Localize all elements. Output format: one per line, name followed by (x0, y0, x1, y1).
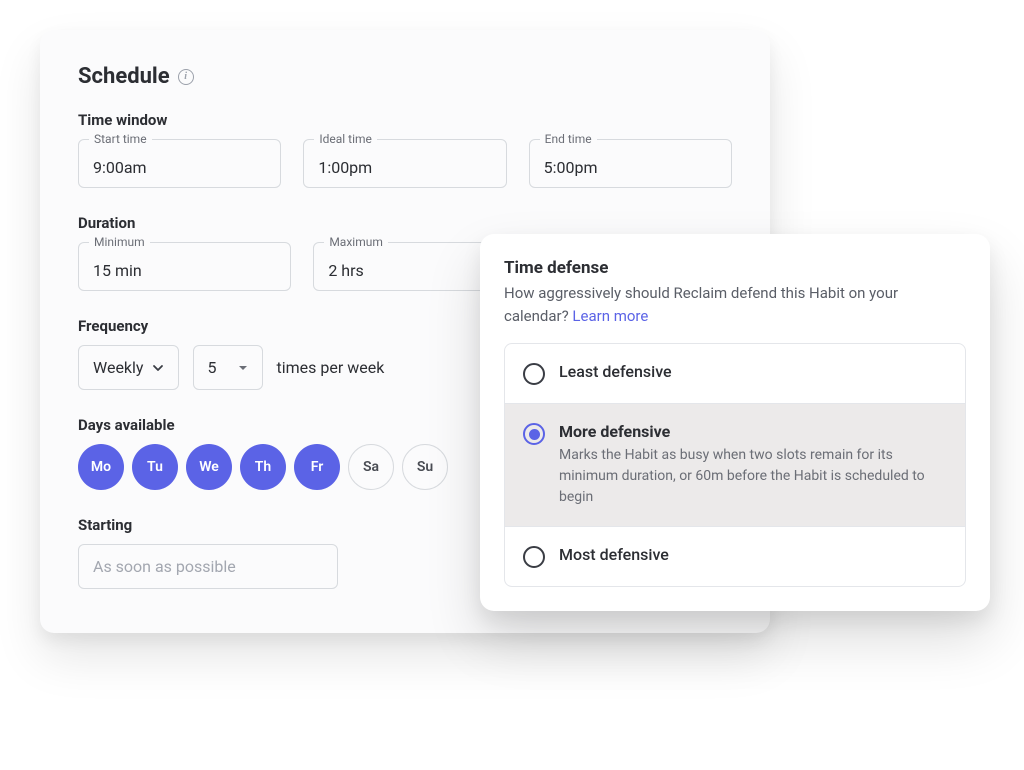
time-window-label: Time window (78, 111, 732, 129)
day-toggle-tu[interactable]: Tu (132, 444, 178, 490)
radio-icon (523, 546, 545, 568)
option-most-defensive[interactable]: Most defensive (505, 527, 965, 586)
day-toggle-we[interactable]: We (186, 444, 232, 490)
frequency-period-select[interactable]: Weekly (78, 345, 179, 390)
duration-label: Duration (78, 214, 732, 232)
start-time-legend: Start time (89, 132, 152, 146)
time-defense-desc-text: How aggressively should Reclaim defend t… (504, 284, 898, 325)
day-toggle-sa[interactable]: Sa (348, 444, 394, 490)
frequency-suffix: times per week (277, 358, 385, 377)
ideal-time-legend: Ideal time (314, 132, 377, 146)
schedule-title: Schedule i (78, 64, 732, 89)
time-window-section: Time window Start time 9:00am Ideal time… (78, 111, 732, 188)
duration-min-value: 15 min (93, 261, 276, 280)
radio-icon (523, 363, 545, 385)
duration-max-legend: Maximum (324, 235, 388, 249)
time-defense-popover: Time defense How aggressively should Rec… (480, 234, 990, 611)
option-least-defensive[interactable]: Least defensive (505, 344, 965, 404)
end-time-value: 5:00pm (544, 158, 717, 177)
ideal-time-value: 1:00pm (318, 158, 491, 177)
day-toggle-su[interactable]: Su (402, 444, 448, 490)
starting-input[interactable]: As soon as possible (78, 544, 338, 589)
option-title: Least defensive (559, 362, 947, 381)
duration-min-legend: Minimum (89, 235, 150, 249)
day-toggle-mo[interactable]: Mo (78, 444, 124, 490)
radio-icon (523, 423, 545, 445)
end-time-input[interactable]: End time 5:00pm (529, 139, 732, 188)
start-time-input[interactable]: Start time 9:00am (78, 139, 281, 188)
option-sub: Marks the Habit as busy when two slots r… (559, 445, 947, 508)
chevron-down-icon (152, 362, 164, 374)
time-defense-description: How aggressively should Reclaim defend t… (504, 282, 966, 327)
day-toggle-th[interactable]: Th (240, 444, 286, 490)
option-title: More defensive (559, 422, 947, 441)
caret-down-icon (238, 363, 248, 373)
end-time-legend: End time (540, 132, 597, 146)
schedule-title-text: Schedule (78, 64, 170, 89)
start-time-value: 9:00am (93, 158, 266, 177)
ideal-time-input[interactable]: Ideal time 1:00pm (303, 139, 506, 188)
starting-placeholder: As soon as possible (93, 557, 236, 576)
frequency-period-value: Weekly (93, 358, 144, 377)
frequency-count-select[interactable]: 5 (193, 345, 263, 390)
option-title: Most defensive (559, 545, 947, 564)
info-icon[interactable]: i (178, 69, 194, 85)
time-defense-title: Time defense (504, 258, 966, 278)
learn-more-link[interactable]: Learn more (572, 307, 648, 325)
duration-min-input[interactable]: Minimum 15 min (78, 242, 291, 291)
frequency-count-value: 5 (208, 358, 217, 377)
time-defense-options: Least defensive More defensive Marks the… (504, 343, 966, 587)
day-toggle-fr[interactable]: Fr (294, 444, 340, 490)
option-more-defensive[interactable]: More defensive Marks the Habit as busy w… (505, 404, 965, 527)
